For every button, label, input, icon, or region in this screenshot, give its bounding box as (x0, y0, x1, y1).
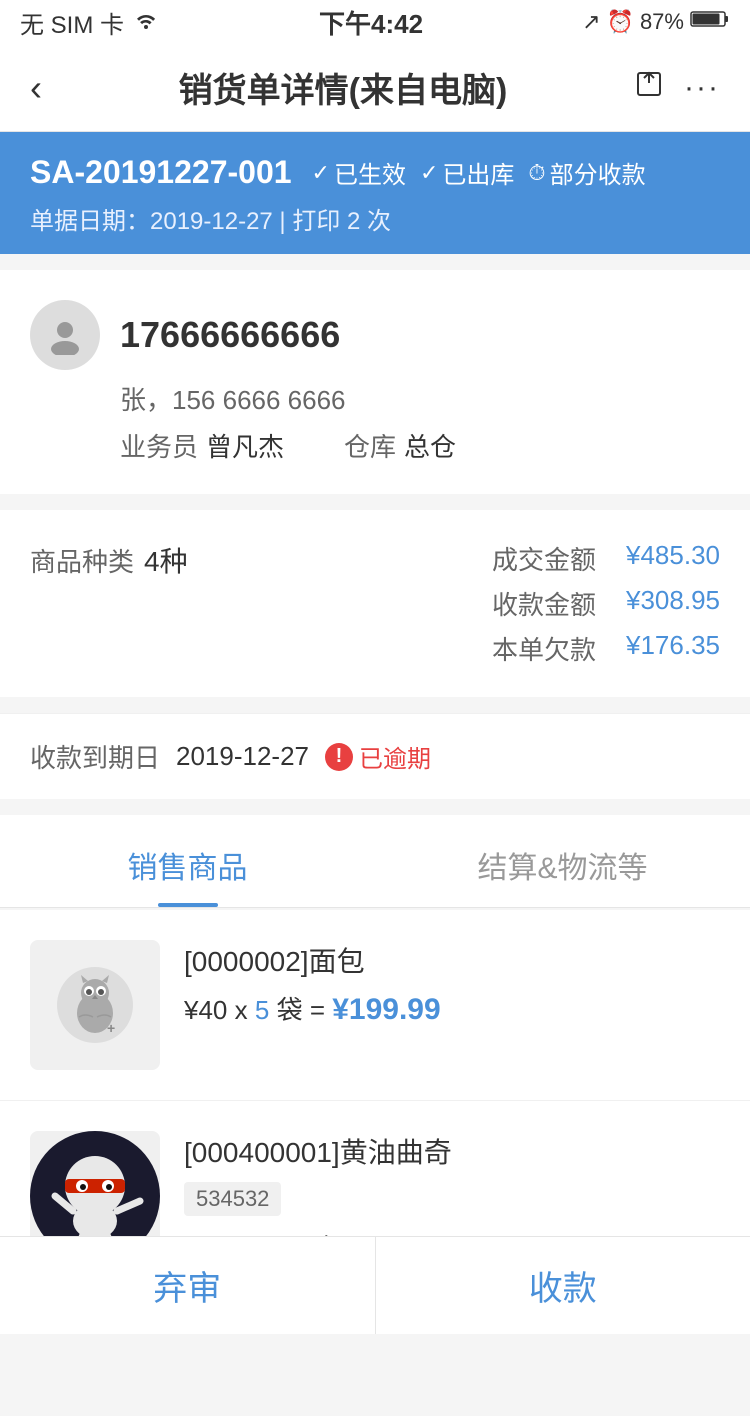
status-partial: ⏱ 部分收款 (528, 155, 645, 190)
status-effective-label: 已生效 (334, 155, 406, 190)
nav-bar: ‹ 销货单详情(来自电脑) ··· (0, 44, 750, 132)
amount-line: 成交金额 ¥485.30 (492, 540, 720, 577)
order-header-banner: SA-20191227-001 ✓ 已生效 ✓ 已出库 ⏱ 部分收款 单据日期：… (0, 132, 750, 254)
status-time: 下午4:42 (319, 4, 423, 41)
unit-1: 袋 (277, 995, 303, 1025)
due-label: 收款到期日 (30, 738, 160, 775)
order-id-row: SA-20191227-001 ✓ 已生效 ✓ 已出库 ⏱ 部分收款 (30, 154, 720, 191)
overdue-badge: ! 已逾期 (325, 739, 431, 774)
status-partial-label: 部分收款 (550, 155, 646, 190)
tab-settlement[interactable]: 结算&物流等 (375, 815, 750, 907)
overdue-icon: ! (325, 743, 353, 771)
location-icon: ↗ (582, 9, 600, 35)
customer-meta: 业务员 曾凡杰 仓库 总仓 (120, 427, 720, 464)
debt-line: 本单欠款 ¥176.35 (492, 630, 720, 667)
order-id: SA-20191227-001 (30, 154, 292, 191)
amount-label: 成交金额 (492, 540, 596, 577)
overdue-text: 已逾期 (359, 739, 431, 774)
warehouse-label: 仓库 (344, 427, 396, 464)
check-icon-1: ✓ (312, 160, 330, 186)
due-date: 2019-12-27 (176, 741, 309, 772)
customer-avatar (30, 300, 100, 370)
product-info-1: [0000002]面包 ¥40 x 5 袋 = ¥199.99 (184, 940, 720, 1027)
bottom-bar: 弃审 收款 (0, 1236, 750, 1334)
debt-label: 本单欠款 (492, 630, 596, 667)
clock-icon: ⏱ (528, 160, 545, 186)
status-left: 无 SIM 卡 (20, 5, 160, 40)
due-section: 收款到期日 2019-12-27 ! 已逾期 (0, 713, 750, 799)
nav-actions: ··· (634, 69, 720, 107)
product-price-1: ¥40 x 5 袋 = ¥199.99 (184, 990, 720, 1027)
status-effective: ✓ 已生效 (312, 155, 406, 190)
customer-sub: 张，156 6666 6666 (120, 380, 720, 417)
received-value: ¥308.95 (626, 585, 720, 622)
received-line: 收款金额 ¥308.95 (492, 585, 720, 622)
tab-products[interactable]: 销售商品 (0, 815, 375, 907)
carrier-text: 无 SIM 卡 (20, 5, 124, 40)
confirm-button[interactable]: 收款 (376, 1237, 750, 1334)
equals-1: = (310, 995, 332, 1025)
status-right: ↗ ⏰ 87% (582, 9, 730, 35)
svg-text:+: + (107, 1020, 115, 1036)
summary-section: 商品种类 4种 成交金额 ¥485.30 收款金额 ¥308.95 本单欠款 ¥… (0, 510, 750, 697)
total-1: ¥199.99 (332, 993, 440, 1026)
battery-icon (690, 9, 730, 35)
warehouse-item: 仓库 总仓 (344, 427, 456, 464)
battery-text: 87% (640, 9, 684, 35)
customer-row: 17666666666 (30, 300, 720, 370)
alarm-icon: ⏰ (607, 9, 634, 35)
received-label: 收款金额 (492, 585, 596, 622)
salesperson-label: 业务员 (120, 427, 198, 464)
amount-value: ¥485.30 (626, 540, 720, 577)
price-1: ¥40 (184, 995, 227, 1025)
back-button[interactable]: ‹ (20, 57, 52, 119)
customer-phone: 17666666666 (120, 314, 340, 356)
status-bar: 无 SIM 卡 下午4:42 ↗ ⏰ 87% (0, 0, 750, 44)
warehouse-value: 总仓 (404, 427, 456, 464)
product-name-1: [0000002]面包 (184, 940, 720, 980)
product-item: + [0000002]面包 ¥40 x 5 袋 = ¥199.99 (0, 910, 750, 1101)
status-shipped-label: 已出库 (442, 155, 514, 190)
price-x-1: x (235, 995, 255, 1025)
status-tags: ✓ 已生效 ✓ 已出库 ⏱ 部分收款 (312, 155, 646, 190)
qty-1: 5 (255, 995, 269, 1025)
product-badge-2: 534532 (184, 1182, 281, 1216)
status-shipped: ✓ 已出库 (420, 155, 514, 190)
product-image-1: + (30, 940, 160, 1070)
order-date: 单据日期：2019-12-27 | 打印 2 次 (30, 201, 720, 236)
more-button[interactable]: ··· (684, 71, 720, 105)
summary-left: 商品种类 4种 (30, 540, 188, 580)
salesperson-value: 曾凡杰 (206, 427, 284, 464)
summary-right: 成交金额 ¥485.30 收款金额 ¥308.95 本单欠款 ¥176.35 (492, 540, 720, 667)
type-label: 商品种类 (30, 542, 134, 579)
debt-value: ¥176.35 (626, 630, 720, 667)
type-count: 4种 (144, 540, 188, 580)
wifi-icon (132, 8, 160, 36)
check-icon-2: ✓ (420, 160, 438, 186)
page-title: 销货单详情(来自电脑) (52, 63, 634, 112)
share-button[interactable] (634, 69, 664, 107)
product-type-row: 商品种类 4种 (30, 540, 188, 580)
product-name-2: [000400001]黄油曲奇 (184, 1131, 720, 1171)
customer-section: 17666666666 张，156 6666 6666 业务员 曾凡杰 仓库 总… (0, 270, 750, 494)
cancel-button[interactable]: 弃审 (0, 1237, 376, 1334)
salesperson-item: 业务员 曾凡杰 (120, 427, 284, 464)
tabs-section: 销售商品 结算&物流等 (0, 815, 750, 908)
